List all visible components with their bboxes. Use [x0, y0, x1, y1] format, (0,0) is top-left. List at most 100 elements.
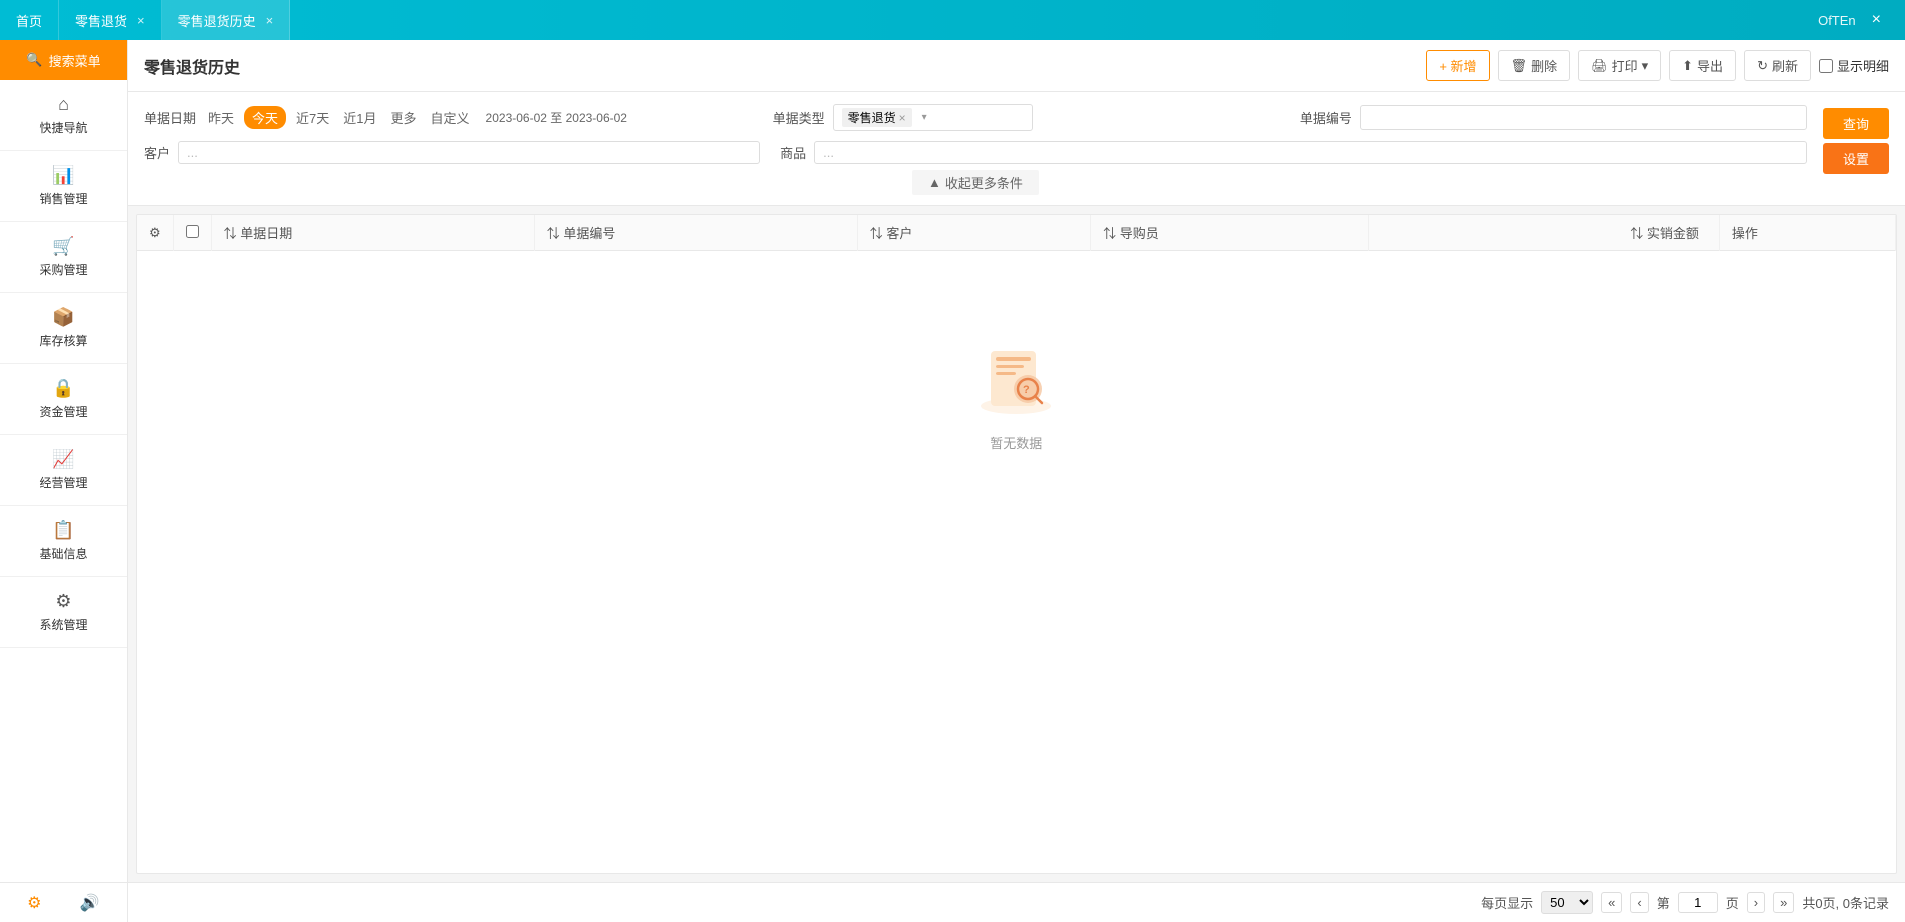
sidebar-item-operations-label: 经营管理 — [39, 474, 87, 491]
th-settings[interactable]: ⚙ — [137, 215, 173, 251]
filter-settings-label: 设置 — [1843, 152, 1869, 167]
date-opt-more[interactable]: 更多 — [387, 106, 421, 129]
delete-button-label: 删除 — [1531, 56, 1557, 75]
sidebar-item-quick-nav[interactable]: ⌂ 快捷导航 — [0, 80, 127, 151]
sidebar-item-finance[interactable]: 🔒 资金管理 — [0, 364, 127, 435]
empty-illustration: ? — [966, 331, 1066, 421]
top-bar-right: OfTEn × — [1818, 7, 1905, 33]
th-guide-label: ⇅ 导购员 — [1103, 226, 1159, 241]
date-opt-1month[interactable]: 近1月 — [339, 106, 380, 129]
delete-button[interactable]: 🗑 删除 — [1498, 50, 1571, 81]
collapse-up-icon: ▲ — [928, 175, 941, 190]
system-icon: ⚙ — [55, 591, 71, 612]
tab-retail-return-close[interactable]: × — [137, 13, 145, 28]
tab-retail-return[interactable]: 零售退货 × — [59, 0, 162, 40]
table-body: ? 暂无数据 — [137, 251, 1896, 533]
refresh-button[interactable]: ↻ 刷新 — [1744, 50, 1811, 81]
filter-actions: 查询 设置 — [1823, 104, 1889, 174]
sidebar-item-purchase-label: 采购管理 — [39, 261, 87, 278]
page-first-button[interactable]: « — [1601, 892, 1622, 913]
query-button-label: 查询 — [1843, 117, 1869, 132]
query-button[interactable]: 查询 — [1823, 108, 1889, 139]
collapse-row: ▲ 收起更多条件 — [144, 170, 1807, 195]
sidebar-nav: ⌂ 快捷导航 📊 销售管理 🛒 采购管理 📦 库存核算 🔒 资金管理 📈 — [0, 80, 127, 882]
print-button[interactable]: 🖨 打印 ▾ — [1578, 50, 1661, 81]
sidebar-item-inventory[interactable]: 📦 库存核算 — [0, 293, 127, 364]
sidebar-item-inventory-label: 库存核算 — [39, 332, 87, 349]
customer-col: 客户 ... — [144, 141, 760, 164]
th-amount[interactable]: ⇅ 实销金额 — [1369, 215, 1720, 251]
th-date[interactable]: ⇅ 单据日期 — [211, 215, 534, 251]
page-label: 第 — [1657, 893, 1670, 912]
show-detail-checkbox[interactable] — [1819, 59, 1833, 73]
goods-input[interactable]: ... — [814, 141, 1807, 164]
sidebar-item-purchase-mgmt[interactable]: 🛒 采购管理 — [0, 222, 127, 293]
page-next-button[interactable]: › — [1747, 892, 1765, 913]
print-button-label: 打印 — [1612, 56, 1638, 75]
date-range-display: 2023-06-02 至 2023-06-02 — [486, 109, 627, 126]
inventory-icon: 📦 — [52, 307, 74, 328]
th-date-label: ⇅ 单据日期 — [224, 226, 293, 241]
date-opt-custom[interactable]: 自定义 — [427, 106, 474, 129]
volume-icon[interactable]: 🔊 — [80, 893, 100, 913]
select-all-checkbox[interactable] — [186, 225, 199, 238]
tab-retail-return-history-label: 零售退货历史 — [178, 11, 256, 30]
sidebar-item-system-mgmt[interactable]: ⚙ 系统管理 — [0, 577, 127, 648]
th-check[interactable] — [173, 215, 211, 251]
total-info: 共0页, 0条记录 — [1802, 893, 1889, 912]
tab-retail-return-history[interactable]: 零售退货历史 × — [162, 0, 291, 40]
th-customer[interactable]: ⇅ 客户 — [857, 215, 1090, 251]
tab-home-label: 首页 — [16, 11, 42, 30]
goods-col: 商品 ... — [780, 141, 1807, 164]
customer-input[interactable]: ... — [178, 141, 760, 164]
page-number-input[interactable] — [1678, 892, 1718, 913]
column-settings-icon[interactable]: ⚙ — [149, 225, 161, 240]
empty-text: 暂无数据 — [990, 433, 1042, 452]
tab-bar: 首页 零售退货 × 零售退货历史 × — [0, 0, 1818, 40]
page-size-select[interactable]: 50 100 200 — [1541, 891, 1593, 914]
date-range-text: 2023-06-02 至 2023-06-02 — [486, 109, 627, 126]
goods-placeholder: ... — [823, 145, 834, 160]
top-bar: 首页 零售退货 × 零售退货历史 × OfTEn × — [0, 0, 1905, 40]
sidebar-item-basic-info[interactable]: 📋 基础信息 — [0, 506, 127, 577]
th-no[interactable]: ⇅ 单据编号 — [534, 215, 857, 251]
filter-settings-button[interactable]: 设置 — [1823, 143, 1889, 174]
date-opt-today[interactable]: 今天 — [244, 106, 286, 129]
often-label: OfTEn — [1818, 13, 1856, 28]
svg-text:?: ? — [1023, 384, 1030, 396]
page-suffix: 页 — [1726, 893, 1739, 912]
th-action: 操作 — [1719, 215, 1895, 251]
sidebar-item-operations[interactable]: 📈 经营管理 — [0, 435, 127, 506]
sidebar-item-quick-nav-label: 快捷导航 — [39, 119, 87, 136]
window-close-button[interactable]: × — [1864, 7, 1889, 33]
sidebar-item-sales-mgmt[interactable]: 📊 销售管理 — [0, 151, 127, 222]
collapse-button[interactable]: ▲ 收起更多条件 — [912, 170, 1039, 195]
sidebar-bottom: ⚙ 🔊 — [0, 882, 127, 922]
search-menu-icon: 🔍 — [26, 52, 42, 68]
date-opt-yesterday[interactable]: 昨天 — [204, 106, 238, 129]
page-prev-button[interactable]: ‹ — [1630, 892, 1648, 913]
new-button[interactable]: + 新增 — [1426, 50, 1489, 81]
pagination-bar: 每页显示 50 100 200 « ‹ 第 页 › » 共0页, 0条记录 — [128, 882, 1905, 922]
date-opt-7days[interactable]: 近7天 — [292, 106, 333, 129]
show-detail-text: 显示明细 — [1837, 56, 1889, 75]
filter-area: 单据日期 昨天 今天 近7天 近1月 更多 自定义 2023-06-02 至 2… — [128, 92, 1905, 206]
search-menu-button[interactable]: 🔍 搜索菜单 — [0, 40, 127, 80]
voucher-type-tag-remove[interactable]: × — [899, 111, 906, 125]
refresh-icon: ↻ — [1757, 58, 1768, 74]
page-size-label: 每页显示 — [1481, 893, 1533, 912]
settings-bottom-icon[interactable]: ⚙ — [27, 893, 41, 913]
customer-placeholder: ... — [187, 145, 198, 160]
empty-cell: ? 暂无数据 — [137, 251, 1896, 533]
th-guide[interactable]: ⇅ 导购员 — [1091, 215, 1369, 251]
filter-row-1: 单据日期 昨天 今天 近7天 近1月 更多 自定义 2023-06-02 至 2… — [144, 104, 1807, 131]
tab-retail-return-history-close[interactable]: × — [266, 13, 274, 28]
export-button[interactable]: ⬆ 导出 — [1669, 50, 1736, 81]
tab-home[interactable]: 首页 — [0, 0, 59, 40]
page-last-button[interactable]: » — [1773, 892, 1794, 913]
voucher-no-input[interactable] — [1360, 105, 1807, 130]
print-icon: 🖨 — [1591, 58, 1608, 74]
voucher-type-select[interactable]: 零售退货 × ▾ — [833, 104, 1033, 131]
toolbar: + 新增 🗑 删除 🖨 打印 ▾ ⬆ 导出 ↻ 刷新 — [1426, 50, 1889, 81]
main-layout: 🔍 搜索菜单 ⌂ 快捷导航 📊 销售管理 🛒 采购管理 📦 库存核算 🔒 — [0, 40, 1905, 922]
